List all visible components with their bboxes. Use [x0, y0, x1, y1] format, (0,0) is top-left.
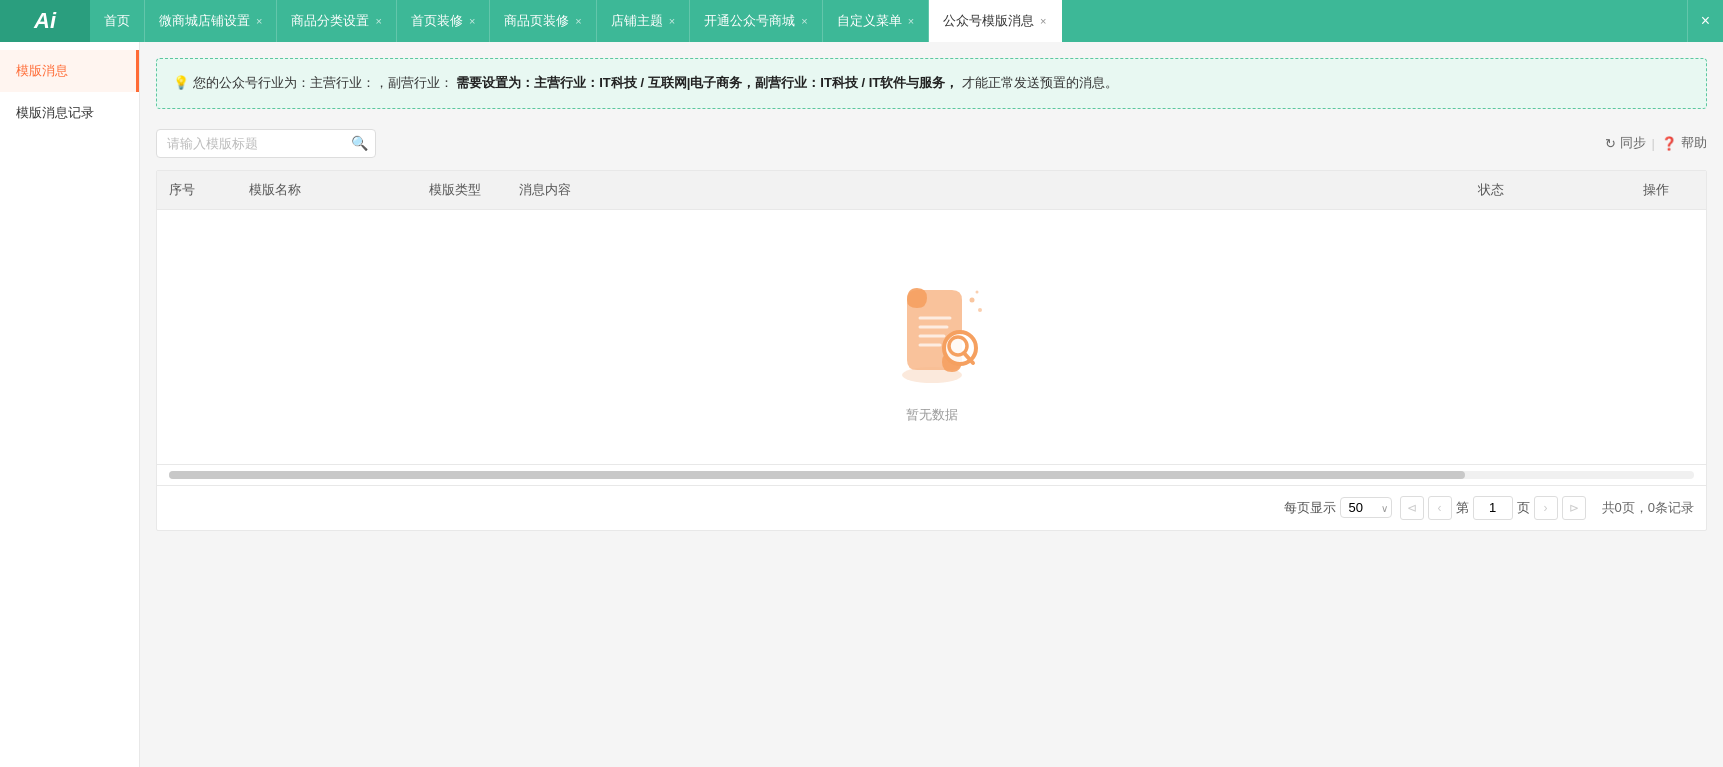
page-unit-label: 页: [1517, 499, 1530, 517]
empty-state: 暂无数据: [157, 210, 1706, 464]
last-page-button[interactable]: ⊳: [1562, 496, 1586, 520]
nav-tab-7[interactable]: 自定义菜单×: [823, 0, 929, 42]
sync-icon: ↻: [1605, 136, 1616, 151]
top-navigation: Ai 首页微商城店铺设置×商品分类设置×首页装修×商品页装修×店铺主题×开通公众…: [0, 0, 1723, 42]
col-name: 模版名称: [237, 171, 417, 209]
nav-tab-8[interactable]: 公众号模版消息×: [929, 0, 1061, 42]
search-bar: 🔍 ↻ 同步 | ❓ 帮助: [156, 129, 1707, 158]
tab-close-icon-1[interactable]: ×: [256, 15, 262, 27]
main-layout: 模版消息模版消息记录 💡 您的公众号行业为：主营行业：，副营行业： 需要设置为：…: [0, 42, 1723, 767]
help-label: 帮助: [1681, 134, 1707, 152]
per-page-select[interactable]: 50 20 100: [1340, 497, 1392, 518]
tab-close-icon-6[interactable]: ×: [801, 15, 807, 27]
page-number-input[interactable]: [1473, 496, 1513, 520]
help-icon: ❓: [1661, 136, 1677, 151]
tab-close-icon-2[interactable]: ×: [375, 15, 381, 27]
nav-tab-4[interactable]: 商品页装修×: [490, 0, 596, 42]
app-logo: Ai: [0, 0, 90, 42]
sidebar: 模版消息模版消息记录: [0, 42, 140, 767]
nav-tab-0[interactable]: 首页: [90, 0, 145, 42]
page-prefix-label: 第: [1456, 499, 1469, 517]
search-input-wrap: 🔍: [156, 129, 376, 158]
prev-page-button[interactable]: ‹: [1428, 496, 1452, 520]
first-page-button[interactable]: ⊲: [1400, 496, 1424, 520]
search-icon[interactable]: 🔍: [351, 135, 368, 151]
col-content: 消息内容: [507, 171, 1466, 209]
help-button[interactable]: ❓ 帮助: [1661, 134, 1707, 152]
table-header: 序号 模版名称 模版类型 消息内容 状态 操作: [157, 171, 1706, 210]
page-nav: ⊲ ‹ 第 页 › ⊳: [1400, 496, 1586, 520]
svg-point-10: [978, 308, 982, 312]
empty-text: 暂无数据: [906, 406, 958, 424]
notice-highlight: 需要设置为：主营行业：IT科技 / 互联网|电子商务，副营行业：IT科技 / I…: [456, 75, 958, 90]
data-table: 序号 模版名称 模版类型 消息内容 状态 操作: [156, 170, 1707, 531]
pagination: 每页显示 50 20 100 ⊲ ‹ 第 页 ›: [157, 485, 1706, 530]
total-info: 共0页，0条记录: [1602, 499, 1694, 517]
tab-close-icon-4[interactable]: ×: [575, 15, 581, 27]
tab-close-icon-3[interactable]: ×: [469, 15, 475, 27]
tab-close-icon-5[interactable]: ×: [669, 15, 675, 27]
nav-tabs-container: 首页微商城店铺设置×商品分类设置×首页装修×商品页装修×店铺主题×开通公众号商城…: [90, 0, 1687, 42]
scroll-bar-area[interactable]: [157, 464, 1706, 485]
next-page-button[interactable]: ›: [1534, 496, 1558, 520]
scroll-track[interactable]: [169, 471, 1694, 479]
svg-point-11: [975, 290, 978, 293]
sidebar-item-1[interactable]: 模版消息记录: [0, 92, 139, 134]
nav-tab-3[interactable]: 首页装修×: [397, 0, 490, 42]
tab-close-icon-7[interactable]: ×: [908, 15, 914, 27]
search-right: ↻ 同步 | ❓ 帮助: [1605, 134, 1707, 152]
per-page-label: 每页显示: [1284, 499, 1336, 517]
nav-tab-5[interactable]: 店铺主题×: [597, 0, 690, 42]
close-all-tabs-button[interactable]: ×: [1687, 0, 1723, 42]
sync-label: 同步: [1620, 134, 1646, 152]
col-seq: 序号: [157, 171, 237, 209]
per-page-section: 每页显示 50 20 100: [1284, 497, 1392, 518]
sync-button[interactable]: ↻ 同步: [1605, 134, 1646, 152]
svg-point-9: [969, 297, 974, 302]
nav-tab-2[interactable]: 商品分类设置×: [277, 0, 396, 42]
nav-tab-1[interactable]: 微商城店铺设置×: [145, 0, 277, 42]
notice-prefix: 您的公众号行业为：主营行业：，副营行业：: [193, 75, 453, 90]
divider: |: [1652, 136, 1655, 151]
search-left: 🔍: [156, 129, 376, 158]
nav-tab-6[interactable]: 开通公众号商城×: [690, 0, 822, 42]
col-status: 状态: [1466, 171, 1606, 209]
col-action: 操作: [1606, 171, 1706, 209]
scroll-thumb[interactable]: [169, 471, 1465, 479]
tab-close-icon-8[interactable]: ×: [1040, 15, 1046, 27]
per-page-select-wrap[interactable]: 50 20 100: [1340, 497, 1392, 518]
empty-illustration: [872, 270, 992, 390]
content-area: 💡 您的公众号行业为：主营行业：，副营行业： 需要设置为：主营行业：IT科技 /…: [140, 42, 1723, 767]
notice-icon: 💡: [173, 75, 189, 90]
col-type: 模版类型: [417, 171, 507, 209]
sidebar-item-0[interactable]: 模版消息: [0, 50, 139, 92]
notice-suffix: 才能正常发送预置的消息。: [962, 75, 1118, 90]
notice-box: 💡 您的公众号行业为：主营行业：，副营行业： 需要设置为：主营行业：IT科技 /…: [156, 58, 1707, 109]
search-input[interactable]: [156, 129, 376, 158]
